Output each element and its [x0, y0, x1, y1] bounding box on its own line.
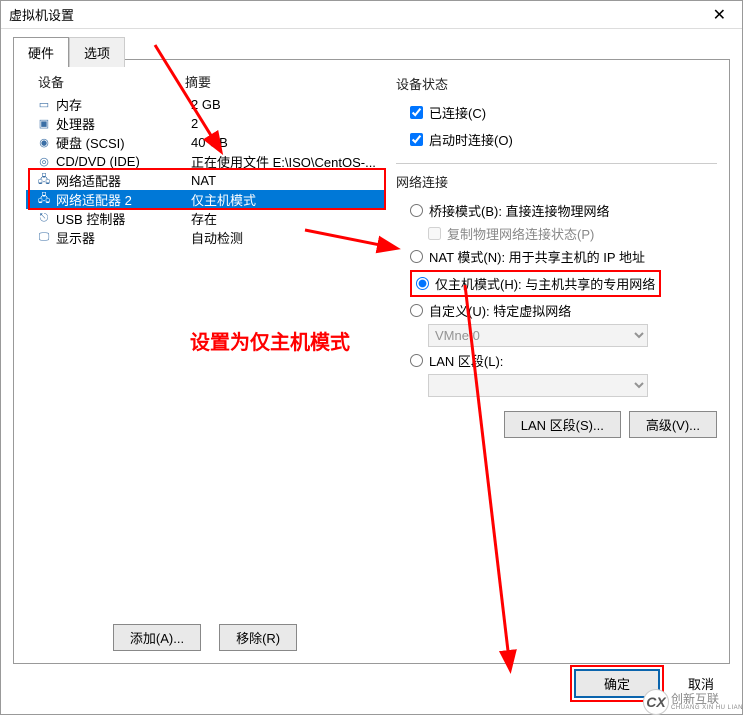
hardware-panel: 设备 摘要 ▭ 内存2 GB ▣ 处理器2 ◉ 硬盘 (SCSI)40 GB ◎ CD/DVD…: [26, 72, 384, 651]
hostonly-radio-wrap: 仅主机模式(H): 与主机共享的专用网络: [410, 270, 717, 297]
device-summary: 仅主机模式: [191, 190, 384, 209]
nic-icon: 🖧: [36, 174, 52, 188]
lan-input[interactable]: [410, 354, 423, 367]
hardware-row-net1[interactable]: 🖧 网络适配器NAT: [26, 171, 384, 190]
device-name: 网络适配器 2: [56, 190, 191, 209]
window-title: 虚拟机设置: [9, 5, 74, 24]
device-name: 显示器: [56, 228, 191, 247]
memory-icon: ▭: [36, 98, 52, 112]
tab-options[interactable]: 选项: [69, 37, 125, 67]
device-summary: 2 GB: [191, 97, 384, 112]
device-name: CD/DVD (IDE): [56, 154, 191, 169]
replicate-checkbox: 复制物理网络连接状态(P): [428, 224, 717, 243]
connect-on-power-input[interactable]: [410, 133, 423, 146]
nat-radio[interactable]: NAT 模式(N): 用于共享主机的 IP 地址: [410, 247, 717, 266]
hardware-row-net2[interactable]: 🖧 网络适配器 2仅主机模式: [26, 190, 384, 209]
device-detail-panel: 设备状态 已连接(C) 启动时连接(O) 网络连接 桥接模式(B): 直接连接物…: [396, 72, 717, 651]
hardware-row-cpu[interactable]: ▣ 处理器2: [26, 114, 384, 133]
hardware-row-memory[interactable]: ▭ 内存2 GB: [26, 95, 384, 114]
hardware-row-cddvd[interactable]: ◎ CD/DVD (IDE)正在使用文件 E:\ISO\CentOS-...: [26, 152, 384, 171]
hardware-header: 设备 摘要: [26, 72, 384, 95]
hostonly-label[interactable]: 仅主机模式(H): 与主机共享的专用网络: [435, 274, 655, 293]
watermark-logo-icon: CX: [643, 689, 669, 715]
col-device: 设备: [30, 72, 185, 91]
device-summary: 存在: [191, 209, 384, 228]
network-radio-group: 桥接模式(B): 直接连接物理网络 复制物理网络连接状态(P) NAT 模式(N…: [396, 197, 717, 397]
col-summary: 摘要: [185, 72, 380, 91]
device-name: 网络适配器: [56, 171, 191, 190]
tab-content: 设备 摘要 ▭ 内存2 GB ▣ 处理器2 ◉ 硬盘 (SCSI)40 GB ◎ CD/DVD…: [13, 59, 730, 664]
watermark-sub: CHUANG XIN HU LIAN: [671, 705, 743, 711]
watermark-text: 创新互联: [671, 693, 743, 705]
hostonly-input[interactable]: [416, 277, 429, 290]
display-icon: 🖵: [36, 231, 52, 245]
close-icon[interactable]: ✕: [705, 5, 734, 25]
replicate-input: [428, 227, 441, 240]
nat-input[interactable]: [410, 250, 423, 263]
hardware-buttons: 添加(A)... 移除(R): [26, 624, 384, 651]
hostonly-highlight-box: 仅主机模式(H): 与主机共享的专用网络: [410, 270, 661, 297]
hardware-row-hdd[interactable]: ◉ 硬盘 (SCSI)40 GB: [26, 133, 384, 152]
hardware-list[interactable]: ▭ 内存2 GB ▣ 处理器2 ◉ 硬盘 (SCSI)40 GB ◎ CD/DVD (IDE)…: [26, 95, 384, 247]
connect-on-power-checkbox[interactable]: 启动时连接(O): [410, 130, 717, 149]
device-summary: 2: [191, 116, 384, 131]
lan-radio[interactable]: LAN 区段(L):: [410, 351, 717, 370]
titlebar: 虚拟机设置 ✕: [1, 1, 742, 29]
device-summary: NAT: [191, 173, 384, 188]
vm-settings-window: 虚拟机设置 ✕ 硬件 选项 设备 摘要 ▭ 内存2 GB ▣ 处理器2 ◉ 硬盘 (SCS…: [0, 0, 743, 715]
disk-icon: ◉: [36, 136, 52, 150]
device-name: 处理器: [56, 114, 191, 133]
lan-segment-combo: [428, 374, 648, 397]
device-name: 内存: [56, 95, 191, 114]
network-buttons: LAN 区段(S)... 高级(V)...: [396, 411, 717, 438]
device-summary: 自动检测: [191, 228, 384, 247]
lan-segments-button[interactable]: LAN 区段(S)...: [504, 411, 621, 438]
connected-checkbox[interactable]: 已连接(C): [410, 103, 717, 122]
cpu-icon: ▣: [36, 117, 52, 131]
device-summary: 40 GB: [191, 135, 384, 150]
remove-button[interactable]: 移除(R): [219, 624, 297, 651]
status-heading: 设备状态: [396, 74, 717, 93]
network-heading: 网络连接: [396, 172, 717, 191]
separator: [396, 163, 717, 164]
device-summary: 正在使用文件 E:\ISO\CentOS-...: [191, 152, 384, 171]
device-name: 硬盘 (SCSI): [56, 133, 191, 152]
usb-icon: ⎋: [36, 212, 52, 226]
bridged-radio[interactable]: 桥接模式(B): 直接连接物理网络: [410, 201, 717, 220]
bridged-input[interactable]: [410, 204, 423, 217]
tab-hardware[interactable]: 硬件: [13, 37, 69, 67]
watermark: CX 创新互联 CHUANG XIN HU LIAN: [643, 689, 743, 715]
custom-vmnet-combo: VMnet0: [428, 324, 648, 347]
hardware-row-usb[interactable]: ⎋ USB 控制器存在: [26, 209, 384, 228]
hardware-row-display[interactable]: 🖵 显示器自动检测: [26, 228, 384, 247]
connected-input[interactable]: [410, 106, 423, 119]
cd-icon: ◎: [36, 155, 52, 169]
advanced-button[interactable]: 高级(V)...: [629, 411, 717, 438]
add-button[interactable]: 添加(A)...: [113, 624, 201, 651]
custom-input[interactable]: [410, 304, 423, 317]
device-name: USB 控制器: [56, 209, 191, 228]
nic-icon: 🖧: [36, 193, 52, 207]
custom-radio[interactable]: 自定义(U): 特定虚拟网络: [410, 301, 717, 320]
